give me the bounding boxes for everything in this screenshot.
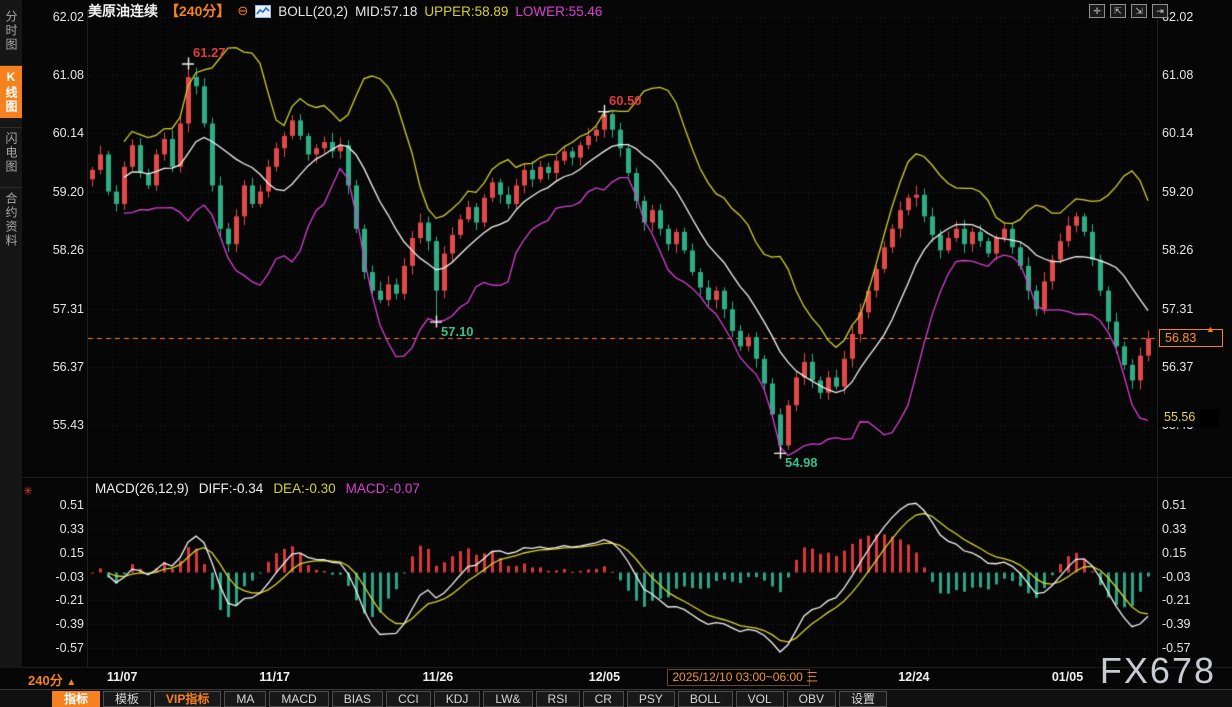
price-up-arrow-icon: ▲ [1206, 324, 1215, 334]
macd-dea-value: DEA:-0.30 [273, 481, 335, 496]
sidebar-item-分时图[interactable]: 分时图 [0, 6, 22, 56]
price-axis-label: 62.02 [24, 9, 84, 25]
xaxis-row: 240分 ▲ 2025/12/10 03:00~06:00 三 11/07 11/… [0, 668, 1232, 688]
right-gutter-line [1157, 10, 1158, 668]
macd-axis-label: 0.51 [1162, 497, 1186, 513]
macd-panel-icon[interactable]: ✳ [23, 484, 33, 498]
macd-axis-label: 0.15 [1162, 545, 1186, 561]
band-low-badge: 55.56 [1159, 409, 1219, 427]
toolbar-item-KDJ[interactable]: KDJ [434, 691, 481, 707]
macd-title: MACD(26,12,9) [95, 481, 189, 496]
toolbar-item-CR[interactable]: CR [583, 691, 624, 707]
boll-lower-value: LOWER:55.46 [515, 4, 602, 19]
boll-indicator-label: BOLL(20,2) [278, 4, 348, 19]
kline-chart-icon[interactable] [255, 5, 271, 18]
price-mark-60.50: 60.50 [609, 93, 642, 108]
price-axis-label: 57.31 [24, 301, 84, 317]
price-axis-label: 56.37 [1162, 359, 1193, 375]
sidebar-item-闪电图[interactable]: 闪电图 [0, 127, 22, 178]
macd-axis-label: -0.21 [24, 592, 84, 608]
toolbar-item-模板[interactable]: 模板 [103, 691, 151, 707]
axis-scale-left-icon[interactable]: ⇱ [1110, 4, 1126, 18]
period-dropdown[interactable]: 240分 ▲ [28, 670, 76, 689]
date-tick-12/05: 12/05 [589, 670, 620, 684]
price-axis-label: 58.26 [1162, 242, 1193, 258]
price-mark-57.10: 57.10 [441, 324, 474, 339]
toolbar-item-CCI[interactable]: CCI [386, 691, 431, 707]
macd-axis-label: -0.03 [1162, 569, 1191, 585]
toolbar-item-RSI[interactable]: RSI [536, 691, 580, 707]
macd-axis-label: -0.03 [24, 569, 84, 585]
axis-scale-x-icon[interactable]: ⇥ [1152, 4, 1168, 18]
date-tick-01/05: 01/05 [1052, 670, 1083, 684]
price-axis-label: 61.08 [1162, 67, 1193, 83]
macd-axis-label: -0.21 [1162, 592, 1191, 608]
toolbar-item-LW&[interactable]: LW& [483, 691, 532, 707]
selected-candle-date: 2025/12/10 03:00~06:00 三 [667, 669, 810, 686]
date-tick-11/17: 11/17 [259, 670, 290, 684]
boll-upper-value: UPPER:58.89 [424, 4, 508, 19]
macd-axis-label: -0.39 [1162, 616, 1191, 632]
chart-mode-sidebar: 分时图 K线图闪电图合约资料 [0, 0, 22, 668]
period-arrow-icon: ▲ [66, 677, 76, 688]
sidebar-item-合约资料[interactable]: 合约资料 [0, 187, 22, 252]
macd-axis-label: 0.33 [24, 521, 84, 537]
price-mark-61.27: 61.27 [193, 45, 226, 60]
toolbar-item-指标[interactable]: 指标 [52, 691, 100, 707]
macd-axis-label: -0.39 [24, 616, 84, 632]
price-axis-label: 60.14 [1162, 125, 1193, 141]
price-mark-54.98: 54.98 [785, 455, 818, 470]
price-axis-label: 55.43 [24, 417, 84, 433]
collapse-icon[interactable]: ⊖ [237, 3, 248, 19]
price-axis-label: 56.37 [24, 359, 84, 375]
chart-tools: ✛ ⇱ ⇲ ⇥ [1089, 4, 1168, 18]
macd-header: MACD(26,12,9) DIFF:-0.34 DEA:-0.30 MACD:… [95, 481, 420, 496]
toolbar-item-MACD[interactable]: MACD [269, 691, 328, 707]
price-macd-chart[interactable] [88, 10, 1157, 668]
macd-axis-label: 0.33 [1162, 521, 1186, 537]
macd-axis-label: 0.51 [24, 497, 84, 513]
macd-diff-value: DIFF:-0.34 [199, 481, 264, 496]
toolbar-item-BIAS[interactable]: BIAS [332, 691, 383, 707]
pan-tool-icon[interactable]: ✛ [1089, 4, 1105, 18]
price-axis-label: 58.26 [24, 242, 84, 258]
axis-scale-right-icon[interactable]: ⇲ [1131, 4, 1147, 18]
sidebar-item-K线图[interactable]: K线图 [0, 65, 22, 118]
toolbar-item-VIP指标[interactable]: VIP指标 [154, 691, 221, 707]
date-tick-12/24: 12/24 [898, 670, 929, 684]
price-axis-label: 60.14 [24, 125, 84, 141]
macd-axis-label: 0.15 [24, 545, 84, 561]
toolbar-item-MA[interactable]: MA [224, 691, 266, 707]
toolbar-item-PSY[interactable]: PSY [627, 691, 675, 707]
toolbar-item-VOL[interactable]: VOL [736, 691, 784, 707]
toolbar-item-BOLL[interactable]: BOLL [678, 691, 733, 707]
macd-axis-label: -0.57 [24, 640, 84, 656]
date-tick-11/07: 11/07 [107, 670, 138, 684]
price-axis-label: 59.20 [1162, 184, 1193, 200]
period-tag: 【240分】 [165, 1, 230, 21]
price-axis-label: 57.31 [1162, 301, 1193, 317]
chart-header: 美原油连续 【240分】 ⊖ BOLL(20,2) MID:57.18 UPPE… [88, 2, 602, 20]
trading-terminal: 分时图 K线图闪电图合约资料 美原油连续 【240分】 ⊖ BOLL(20,2) … [0, 0, 1232, 707]
toolbar-item-设置[interactable]: 设置 [839, 691, 887, 707]
symbol-title: 美原油连续 [88, 1, 158, 21]
toolbar-item-OBV[interactable]: OBV [787, 691, 836, 707]
period-label: 240分 [28, 673, 63, 688]
indicator-toolbar: 指标模板VIP指标MAMACDBIASCCIKDJLW&RSICRPSYBOLL… [0, 689, 1232, 707]
date-tick-11/26: 11/26 [423, 670, 454, 684]
price-axis-label: 59.20 [24, 184, 84, 200]
boll-mid-value: MID:57.18 [355, 4, 417, 19]
macd-macd-value: MACD:-0.07 [346, 481, 420, 496]
price-axis-label: 61.08 [24, 67, 84, 83]
